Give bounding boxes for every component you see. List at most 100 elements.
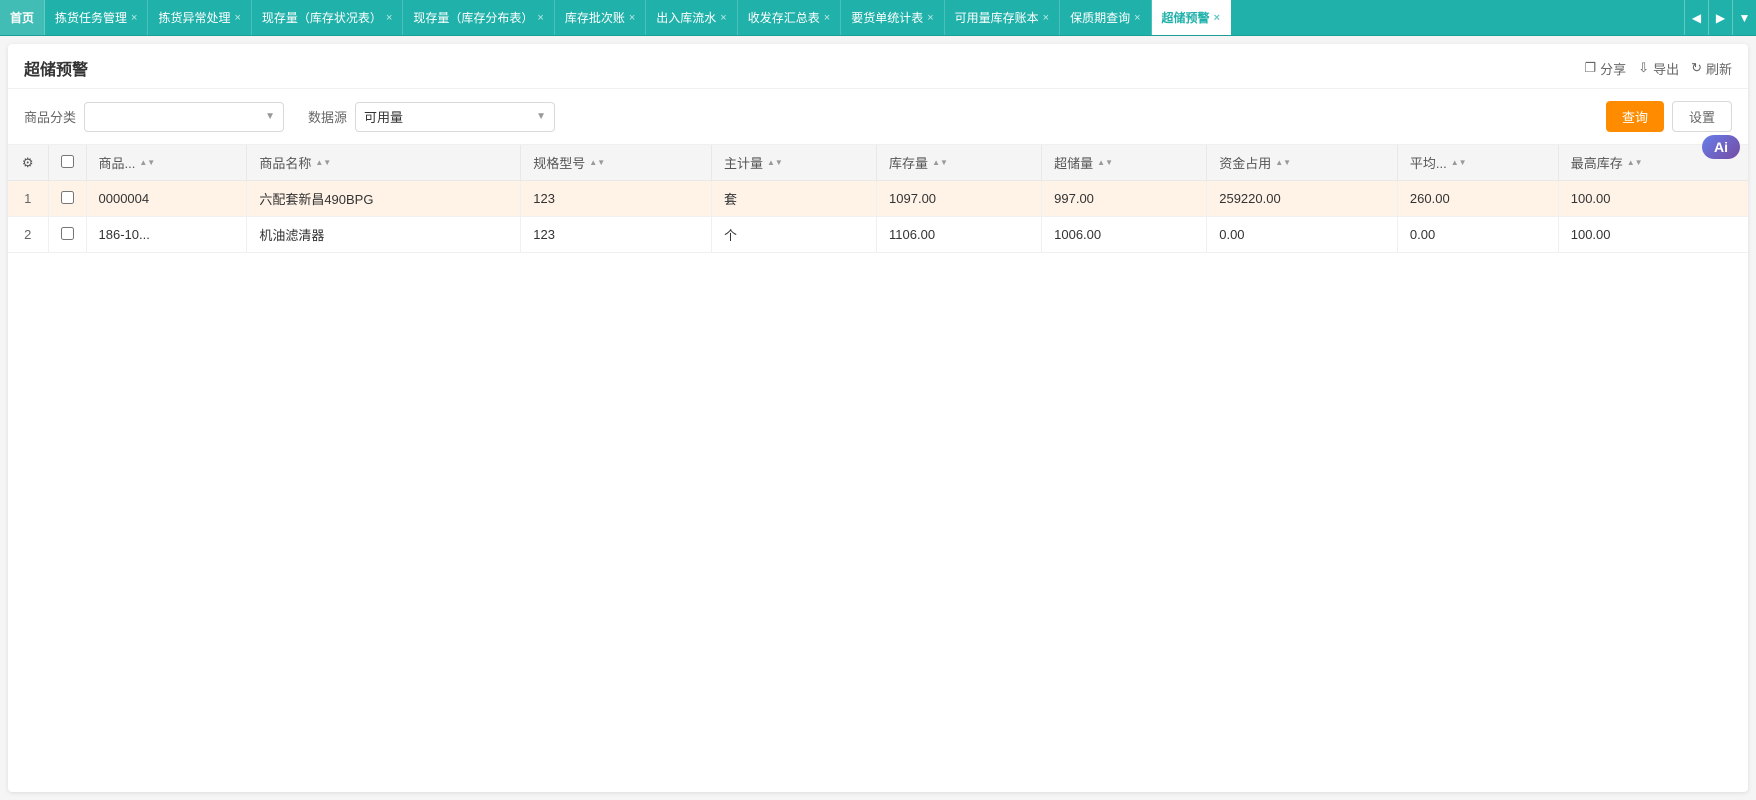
nav-next-button[interactable]: ▶ bbox=[1708, 0, 1732, 36]
row-product-code: 0000004 bbox=[86, 181, 247, 217]
export-button[interactable]: ⇩ 导出 bbox=[1638, 59, 1679, 78]
nav-tab-stock-status[interactable]: 现存量（库存状况表） × bbox=[252, 0, 403, 35]
tab-label: 可用量库存账本 bbox=[955, 9, 1039, 26]
refresh-icon: ↻ bbox=[1691, 60, 1702, 76]
data-table: ⚙ 商品... ▲▼ 商品名称 ▲▼ bbox=[8, 145, 1748, 253]
table-header-row: ⚙ 商品... ▲▼ 商品名称 ▲▼ bbox=[8, 145, 1748, 181]
table-container: ⚙ 商品... ▲▼ 商品名称 ▲▼ bbox=[8, 145, 1748, 253]
col-overstock-label: 超储量 bbox=[1054, 153, 1093, 172]
close-tab-order-stat[interactable]: × bbox=[927, 12, 933, 24]
gear-icon: ⚙ bbox=[22, 155, 34, 170]
tab-label: 超储预警 bbox=[1162, 9, 1210, 26]
category-select[interactable]: ▼ bbox=[84, 102, 284, 132]
tab-label: 库存批次账 bbox=[565, 9, 625, 26]
ai-badge[interactable]: Ai bbox=[1702, 135, 1740, 159]
tab-label: 保质期查询 bbox=[1070, 9, 1130, 26]
sort-icon-overstock: ▲▼ bbox=[1097, 158, 1113, 167]
col-unit[interactable]: 主计量 ▲▼ bbox=[711, 145, 876, 181]
home-tab-label: 首页 bbox=[10, 9, 34, 26]
col-select-all[interactable] bbox=[48, 145, 86, 181]
close-tab-stock-dist[interactable]: × bbox=[537, 12, 543, 24]
nav-dropdown-button[interactable]: ▼ bbox=[1732, 0, 1756, 36]
row-spec: 123 bbox=[521, 217, 712, 253]
header-actions: ❐ 分享 ⇩ 导出 ↻ 刷新 bbox=[1584, 59, 1732, 78]
row-max-stock: 100.00 bbox=[1558, 181, 1748, 217]
col-avg[interactable]: 平均... ▲▼ bbox=[1397, 145, 1558, 181]
select-all-checkbox[interactable] bbox=[61, 155, 74, 168]
row-stock: 1097.00 bbox=[877, 181, 1042, 217]
nav-tab-available[interactable]: 可用量库存账本 × bbox=[945, 0, 1060, 35]
sort-icon-stock: ▲▼ bbox=[932, 158, 948, 167]
nav-tab-task-mgmt[interactable]: 拣货任务管理 × bbox=[45, 0, 148, 35]
nav-tab-summary[interactable]: 收发存汇总表 × bbox=[738, 0, 841, 35]
col-stock[interactable]: 库存量 ▲▼ bbox=[877, 145, 1042, 181]
row-num: 2 bbox=[8, 217, 48, 253]
col-settings[interactable]: ⚙ bbox=[8, 145, 48, 181]
nav-tab-abnormal[interactable]: 拣货异常处理 × bbox=[148, 0, 251, 35]
close-tab-expiry[interactable]: × bbox=[1134, 12, 1140, 24]
close-tab-summary[interactable]: × bbox=[824, 12, 830, 24]
close-tab-overstock[interactable]: × bbox=[1214, 12, 1220, 24]
row-capital: 0.00 bbox=[1207, 217, 1398, 253]
nav-tab-stock-dist[interactable]: 现存量（库存分布表） × bbox=[403, 0, 554, 35]
row-checkbox-cell[interactable] bbox=[48, 181, 86, 217]
col-product-code-label: 商品... bbox=[99, 153, 136, 172]
export-label: 导出 bbox=[1653, 59, 1679, 78]
sort-icon-avg: ▲▼ bbox=[1451, 158, 1467, 167]
page-header: 超储预警 ❐ 分享 ⇩ 导出 ↻ 刷新 bbox=[8, 44, 1748, 89]
sort-icon-spec: ▲▼ bbox=[589, 158, 605, 167]
refresh-button[interactable]: ↻ 刷新 bbox=[1691, 59, 1732, 78]
datasource-chevron-icon: ▼ bbox=[536, 111, 546, 122]
category-filter: 商品分类 ▼ bbox=[24, 102, 284, 132]
nav-prev-button[interactable]: ◀ bbox=[1684, 0, 1708, 36]
row-checkbox[interactable] bbox=[61, 191, 74, 204]
table-row[interactable]: 1 0000004 六配套新昌490BPG 123 套 1097.00 997.… bbox=[8, 181, 1748, 217]
col-overstock[interactable]: 超储量 ▲▼ bbox=[1042, 145, 1207, 181]
nav-tab-order-stat[interactable]: 要货单统计表 × bbox=[841, 0, 944, 35]
col-capital[interactable]: 资金占用 ▲▼ bbox=[1207, 145, 1398, 181]
row-product-name: 机油滤清器 bbox=[247, 217, 521, 253]
share-icon: ❐ bbox=[1584, 60, 1596, 76]
col-product-code[interactable]: 商品... ▲▼ bbox=[86, 145, 247, 181]
tab-label: 要货单统计表 bbox=[851, 9, 923, 26]
close-tab-available[interactable]: × bbox=[1043, 12, 1049, 24]
row-checkbox-cell[interactable] bbox=[48, 217, 86, 253]
nav-arrows: ◀ ▶ ▼ bbox=[1684, 0, 1756, 36]
datasource-select[interactable]: 可用量 ▼ bbox=[355, 102, 555, 132]
row-checkbox[interactable] bbox=[61, 227, 74, 240]
filter-actions: 查询 设置 bbox=[1606, 101, 1732, 132]
col-product-name[interactable]: 商品名称 ▲▼ bbox=[247, 145, 521, 181]
settings-button[interactable]: 设置 bbox=[1672, 101, 1732, 132]
close-tab-abnormal[interactable]: × bbox=[234, 12, 240, 24]
share-button[interactable]: ❐ 分享 bbox=[1584, 59, 1626, 78]
category-label: 商品分类 bbox=[24, 107, 76, 126]
datasource-filter: 数据源 可用量 ▼ bbox=[308, 102, 555, 132]
close-tab-inout[interactable]: × bbox=[720, 12, 726, 24]
close-tab-batch[interactable]: × bbox=[629, 12, 635, 24]
top-nav: 首页 拣货任务管理 × 拣货异常处理 × 现存量（库存状况表） × 现存量（库存… bbox=[0, 0, 1756, 36]
page-container: 超储预警 ❐ 分享 ⇩ 导出 ↻ 刷新 商品分类 ▼ 数据源 bbox=[8, 44, 1748, 792]
col-product-name-label: 商品名称 bbox=[259, 153, 311, 172]
sort-icon-capital: ▲▼ bbox=[1275, 158, 1291, 167]
table-row[interactable]: 2 186-10... 机油滤清器 123 个 1106.00 1006.00 … bbox=[8, 217, 1748, 253]
nav-tab-batch[interactable]: 库存批次账 × bbox=[555, 0, 646, 35]
col-spec[interactable]: 规格型号 ▲▼ bbox=[521, 145, 712, 181]
sort-icon-unit: ▲▼ bbox=[767, 158, 783, 167]
tab-label: 拣货任务管理 bbox=[55, 9, 127, 26]
share-label: 分享 bbox=[1600, 59, 1626, 78]
nav-tab-overstock[interactable]: 超储预警 × bbox=[1152, 0, 1231, 35]
row-stock: 1106.00 bbox=[877, 217, 1042, 253]
filter-row: 商品分类 ▼ 数据源 可用量 ▼ 查询 设置 bbox=[8, 89, 1748, 145]
nav-tab-inout[interactable]: 出入库流水 × bbox=[646, 0, 737, 35]
sort-icon-max-stock: ▲▼ bbox=[1627, 158, 1643, 167]
close-tab-stock-status[interactable]: × bbox=[386, 12, 392, 24]
query-button[interactable]: 查询 bbox=[1606, 101, 1664, 132]
nav-tab-home[interactable]: 首页 bbox=[0, 0, 45, 35]
close-tab-task-mgmt[interactable]: × bbox=[131, 12, 137, 24]
export-icon: ⇩ bbox=[1638, 60, 1649, 76]
table-body: 1 0000004 六配套新昌490BPG 123 套 1097.00 997.… bbox=[8, 181, 1748, 253]
tab-label: 出入库流水 bbox=[656, 9, 716, 26]
refresh-label: 刷新 bbox=[1706, 59, 1732, 78]
nav-tab-expiry[interactable]: 保质期查询 × bbox=[1060, 0, 1151, 35]
col-avg-label: 平均... bbox=[1410, 153, 1447, 172]
